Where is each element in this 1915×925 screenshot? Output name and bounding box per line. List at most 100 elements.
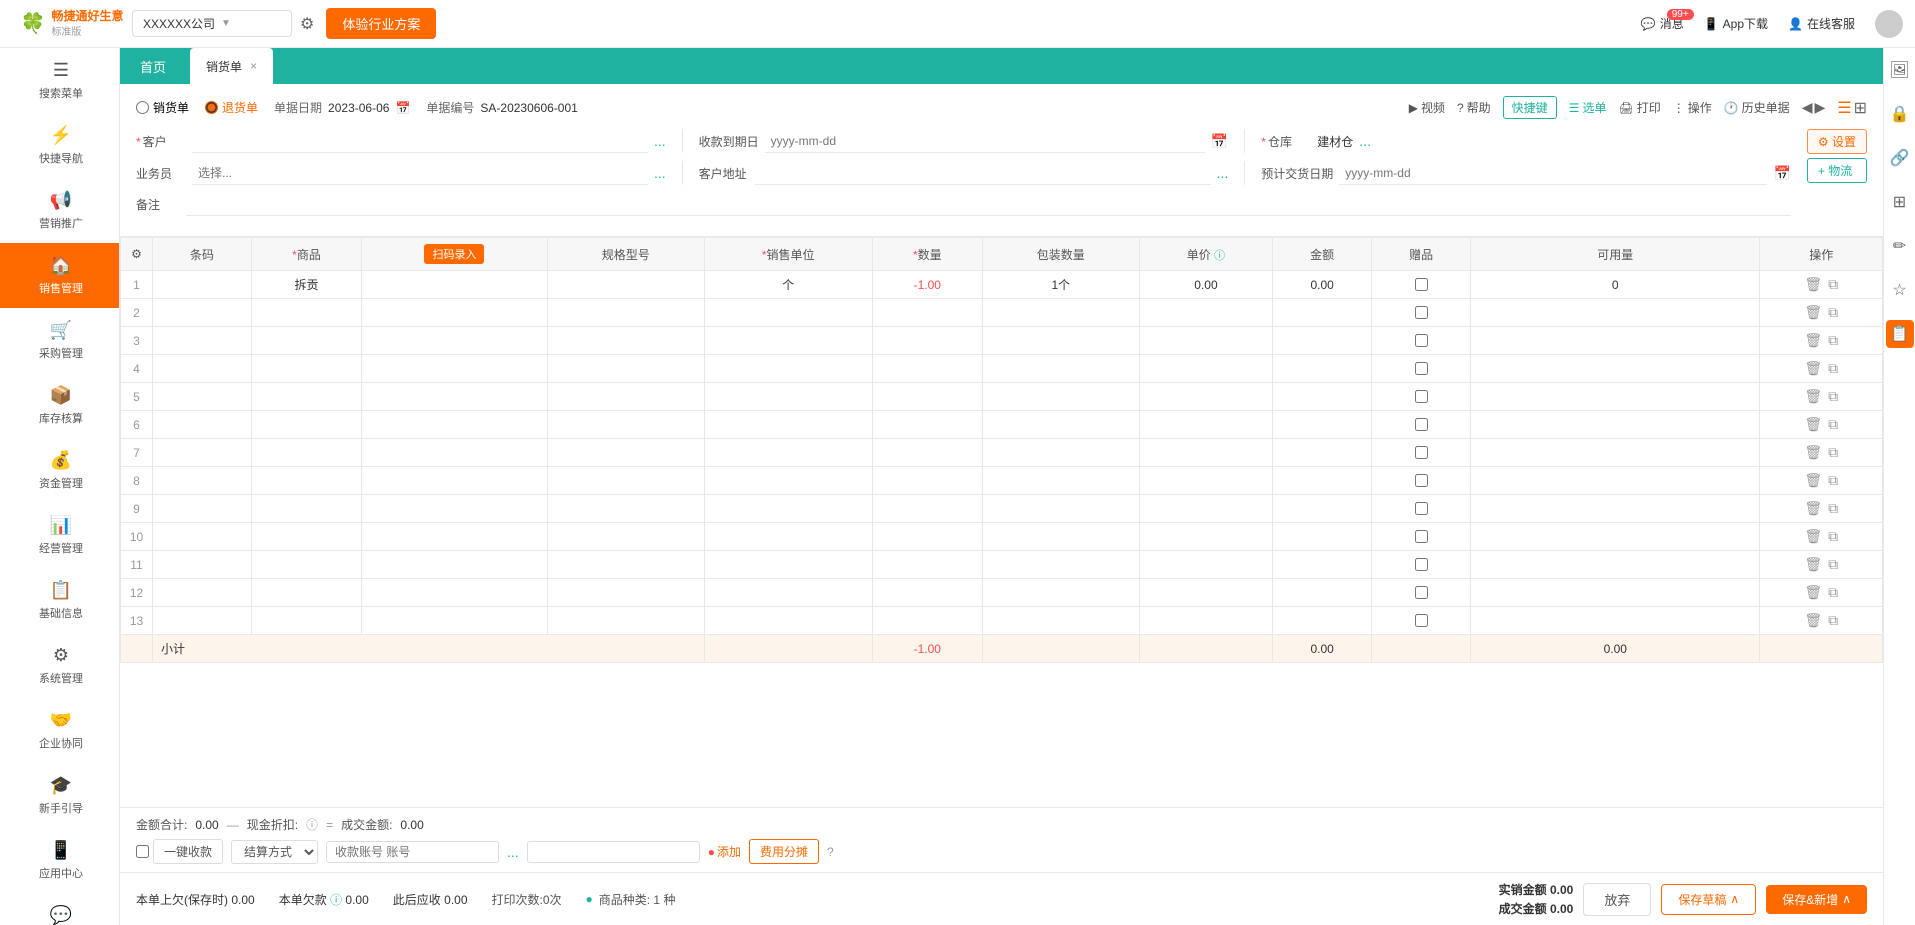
rp-link-icon[interactable]: 🔗 [1886,144,1914,172]
messages-btn[interactable]: 💬 消息 99+ [1641,15,1684,32]
copy-icon-13[interactable]: ⧉ [1828,612,1838,629]
one-click-payment-checkbox[interactable] [136,845,149,858]
salesperson-ellipsis-icon[interactable]: ... [654,165,666,181]
copy-icon-7[interactable]: ⧉ [1828,444,1838,461]
sidebar-item-marketing[interactable]: 📢 营销推广 [0,178,119,243]
copy-icon-4[interactable]: ⧉ [1828,360,1838,377]
delete-icon-3[interactable]: 🗑 [1804,332,1822,349]
gear-icon[interactable]: ⚙ [300,14,314,34]
delete-icon-7[interactable]: 🗑 [1804,444,1822,461]
list-view-icon[interactable]: ☰ [1837,98,1851,118]
customer-addr-ellipsis-icon[interactable]: ... [1217,165,1229,181]
notes-input[interactable] [186,193,1791,216]
discard-btn[interactable]: 放弃 [1583,883,1651,916]
salesperson-input[interactable] [192,162,648,185]
customer-input[interactable] [192,130,648,153]
expected-date-calendar-icon[interactable]: 📅 [1773,165,1790,182]
add-payment-btn[interactable]: ● 添加 [708,843,741,860]
gift-checkbox-13[interactable] [1415,614,1428,627]
sidebar-item-base-info[interactable]: 📋 基础信息 [0,568,119,633]
sidebar-item-inventory[interactable]: 📦 库存核算 [0,373,119,438]
collect-date-calendar-icon[interactable]: 📅 [1211,133,1228,150]
next-arrow-icon[interactable]: ▶ [1814,99,1825,116]
account-ellipsis-icon[interactable]: ... [507,844,519,860]
delete-icon-6[interactable]: 🗑 [1804,416,1822,433]
gift-checkbox-8[interactable] [1415,474,1428,487]
delete-icon-9[interactable]: 🗑 [1804,500,1822,517]
warehouse-ellipsis-icon[interactable]: ... [1359,133,1371,149]
rp-edit-icon[interactable]: ✏ [1886,232,1914,260]
copy-icon-5[interactable]: ⧉ [1828,388,1838,405]
sale-radio[interactable] [136,101,149,114]
operation-link[interactable]: ⋮ 操作 [1673,99,1712,116]
delete-icon-12[interactable]: 🗑 [1804,584,1822,601]
sidebar-item-sales-mgmt[interactable]: 🏠 销售管理 [0,243,119,308]
rp-star-icon[interactable]: ☆ [1886,276,1914,304]
tab-close-icon[interactable]: × [250,59,257,73]
copy-icon-8[interactable]: ⧉ [1828,472,1838,489]
set-btn[interactable]: ⚙ 设置 [1807,129,1867,154]
sidebar-item-wechat-biz[interactable]: 💬 企业微信 [0,893,119,925]
collect-date-input[interactable] [765,130,1205,153]
prev-arrow-icon[interactable]: ◀ [1802,99,1813,116]
gift-checkbox-10[interactable] [1415,530,1428,543]
grid-view-icon[interactable]: ⊞ [1854,98,1867,118]
sidebar-item-purchase-mgmt[interactable]: 🛒 采购管理 [0,308,119,373]
save-new-btn[interactable]: 保存&新增 ∧ [1766,885,1867,914]
select-link[interactable]: ☰ 选单 [1569,99,1607,116]
rp-table-icon[interactable]: ⊞ [1886,188,1914,216]
sidebar-item-finance[interactable]: 💰 资金管理 [0,438,119,503]
copy-icon-9[interactable]: ⧉ [1828,500,1838,517]
gift-checkbox-9[interactable] [1415,502,1428,515]
copy-icon-2[interactable]: ⧉ [1828,304,1838,321]
copy-icon-10[interactable]: ⧉ [1828,528,1838,545]
shortcut-btn[interactable]: 快捷键 [1503,96,1557,119]
gift-checkbox-6[interactable] [1415,418,1428,431]
cash-discount-help-icon[interactable]: ⓘ [306,816,318,833]
gift-checkbox-7[interactable] [1415,446,1428,459]
expense-split-btn[interactable]: 费用分摊 [749,839,819,864]
gift-checkbox-3[interactable] [1415,334,1428,347]
delete-icon-10[interactable]: 🗑 [1804,528,1822,545]
avatar[interactable] [1875,10,1903,38]
sale-radio-label[interactable]: 销货单 [136,99,189,116]
date-picker-icon[interactable]: 📅 [395,101,410,115]
delete-icon-13[interactable]: 🗑 [1804,612,1822,629]
tab-sales-order[interactable]: 销货单 × [190,48,273,84]
copy-icon-12[interactable]: ⧉ [1828,584,1838,601]
customer-ellipsis-icon[interactable]: ... [654,133,666,149]
copy-icon-3[interactable]: ⧉ [1828,332,1838,349]
help-link[interactable]: ? 帮助 [1457,99,1491,116]
gift-checkbox-12[interactable] [1415,586,1428,599]
delete-icon-11[interactable]: 🗑 [1804,556,1822,573]
delete-icon-1[interactable]: 🗑 [1804,276,1822,293]
tab-home[interactable]: 首页 [120,48,186,84]
rp-image-icon[interactable]: 🖼 [1886,56,1914,84]
company-selector[interactable]: XXXXXX公司 ▼ [132,10,292,37]
sidebar-item-quick-nav[interactable]: ⚡ 快捷导航 [0,113,119,178]
customer-addr-input[interactable] [755,162,1211,185]
total-owed-help-icon[interactable]: ⓘ [330,893,342,907]
expense-help-icon[interactable]: ? [827,845,834,859]
gift-checkbox-4[interactable] [1415,362,1428,375]
delete-icon-5[interactable]: 🗑 [1804,388,1822,405]
print-link[interactable]: 🖨 打印 [1618,99,1660,116]
sidebar-item-app-center[interactable]: 📱 应用中心 [0,828,119,893]
payment-amount-input[interactable] [527,841,700,863]
gift-checkbox-1[interactable] [1415,278,1428,291]
copy-icon-1[interactable]: ⧉ [1828,276,1838,293]
one-click-payment-btn[interactable]: 一键收款 [153,839,223,864]
sidebar-item-search-orders[interactable]: ☰ 搜索菜单 [0,48,119,113]
sidebar-item-enterprise[interactable]: 🤝 企业协同 [0,698,119,763]
copy-icon-6[interactable]: ⧉ [1828,416,1838,433]
save-draft-btn[interactable]: 保存草稿 ∧ [1661,884,1756,915]
delete-icon-2[interactable]: 🗑 [1804,304,1822,321]
return-radio[interactable] [205,101,218,114]
history-link[interactable]: 🕐 历史单据 [1724,99,1790,116]
sidebar-item-new-guide[interactable]: 🎓 新手引导 [0,763,119,828]
payment-method-select[interactable]: 结算方式 [231,840,318,864]
delete-icon-4[interactable]: 🗑 [1804,360,1822,377]
sidebar-item-sys-mgmt[interactable]: ⚙ 系统管理 [0,633,119,698]
return-radio-label[interactable]: 退货单 [205,99,258,116]
logistics-btn[interactable]: + 物流 [1807,158,1867,183]
